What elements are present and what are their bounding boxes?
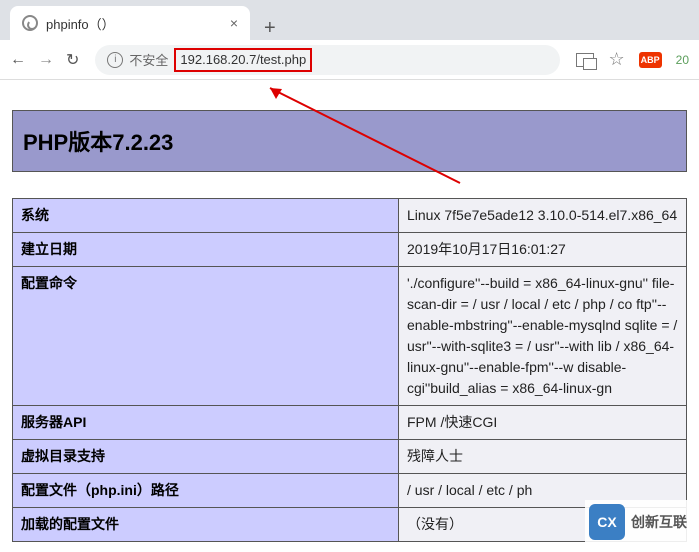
tab-title: phpinfo（） [46, 14, 222, 33]
new-tab-button[interactable]: + [250, 17, 290, 40]
browser-tab[interactable]: phpinfo（） × [10, 6, 250, 40]
forward-button: → [38, 51, 54, 69]
security-label: 不安全 [129, 50, 168, 69]
row-value: './configure''--build = x86_64-linux-gnu… [399, 267, 687, 406]
table-row: 配置命令'./configure''--build = x86_64-linux… [13, 267, 687, 406]
page-content: PHP版本7.2.23 系统Linux 7f5e7e5ade12 3.10.0-… [0, 80, 699, 542]
blocked-count: 20 [676, 53, 689, 67]
watermark-text: 创新互联 [631, 512, 687, 532]
translate-icon[interactable] [576, 53, 594, 67]
table-row: 系统Linux 7f5e7e5ade12 3.10.0-514.el7.x86_… [13, 199, 687, 233]
row-value: Linux 7f5e7e5ade12 3.10.0-514.el7.x86_64 [399, 199, 687, 233]
table-row: 服务器APIFPM /快速CGI [13, 406, 687, 440]
bookmark-icon[interactable]: ☆ [608, 49, 624, 70]
globe-icon [22, 15, 38, 31]
url-highlight: 192.168.20.7/test.php [174, 48, 312, 72]
watermark-logo: CX [589, 504, 625, 540]
row-value: FPM /快速CGI [399, 406, 687, 440]
address-bar[interactable]: i 不安全 192.168.20.7/test.php [95, 45, 560, 75]
php-header-banner: PHP版本7.2.23 [12, 110, 687, 172]
table-row: 虚拟目录支持残障人士 [13, 440, 687, 474]
close-icon[interactable]: × [230, 15, 238, 31]
url-text: 192.168.20.7/test.php [180, 52, 306, 67]
reload-button[interactable]: ↻ [66, 50, 79, 70]
row-key: 系统 [13, 199, 399, 233]
row-value: 2019年10月17日16:01:27 [399, 233, 687, 267]
row-key: 服务器API [13, 406, 399, 440]
row-key: 建立日期 [13, 233, 399, 267]
row-value: 残障人士 [399, 440, 687, 474]
tab-bar: phpinfo（） × + [0, 0, 699, 40]
row-key: 配置命令 [13, 267, 399, 406]
toolbar: ← → ↻ i 不安全 192.168.20.7/test.php ☆ ABP … [0, 40, 699, 80]
table-row: 建立日期2019年10月17日16:01:27 [13, 233, 687, 267]
phpinfo-table: 系统Linux 7f5e7e5ade12 3.10.0-514.el7.x86_… [12, 198, 687, 542]
page-title: PHP版本7.2.23 [23, 125, 676, 157]
abp-icon[interactable]: ABP [639, 52, 662, 68]
watermark: CX 创新互联 [585, 500, 691, 544]
toolbar-actions: ☆ ABP 20 [576, 49, 689, 70]
row-key: 配置文件（php.ini）路径 [13, 474, 399, 508]
row-key: 虚拟目录支持 [13, 440, 399, 474]
back-button[interactable]: ← [10, 51, 26, 69]
info-icon[interactable]: i [107, 52, 123, 68]
row-key: 加载的配置文件 [13, 508, 399, 542]
